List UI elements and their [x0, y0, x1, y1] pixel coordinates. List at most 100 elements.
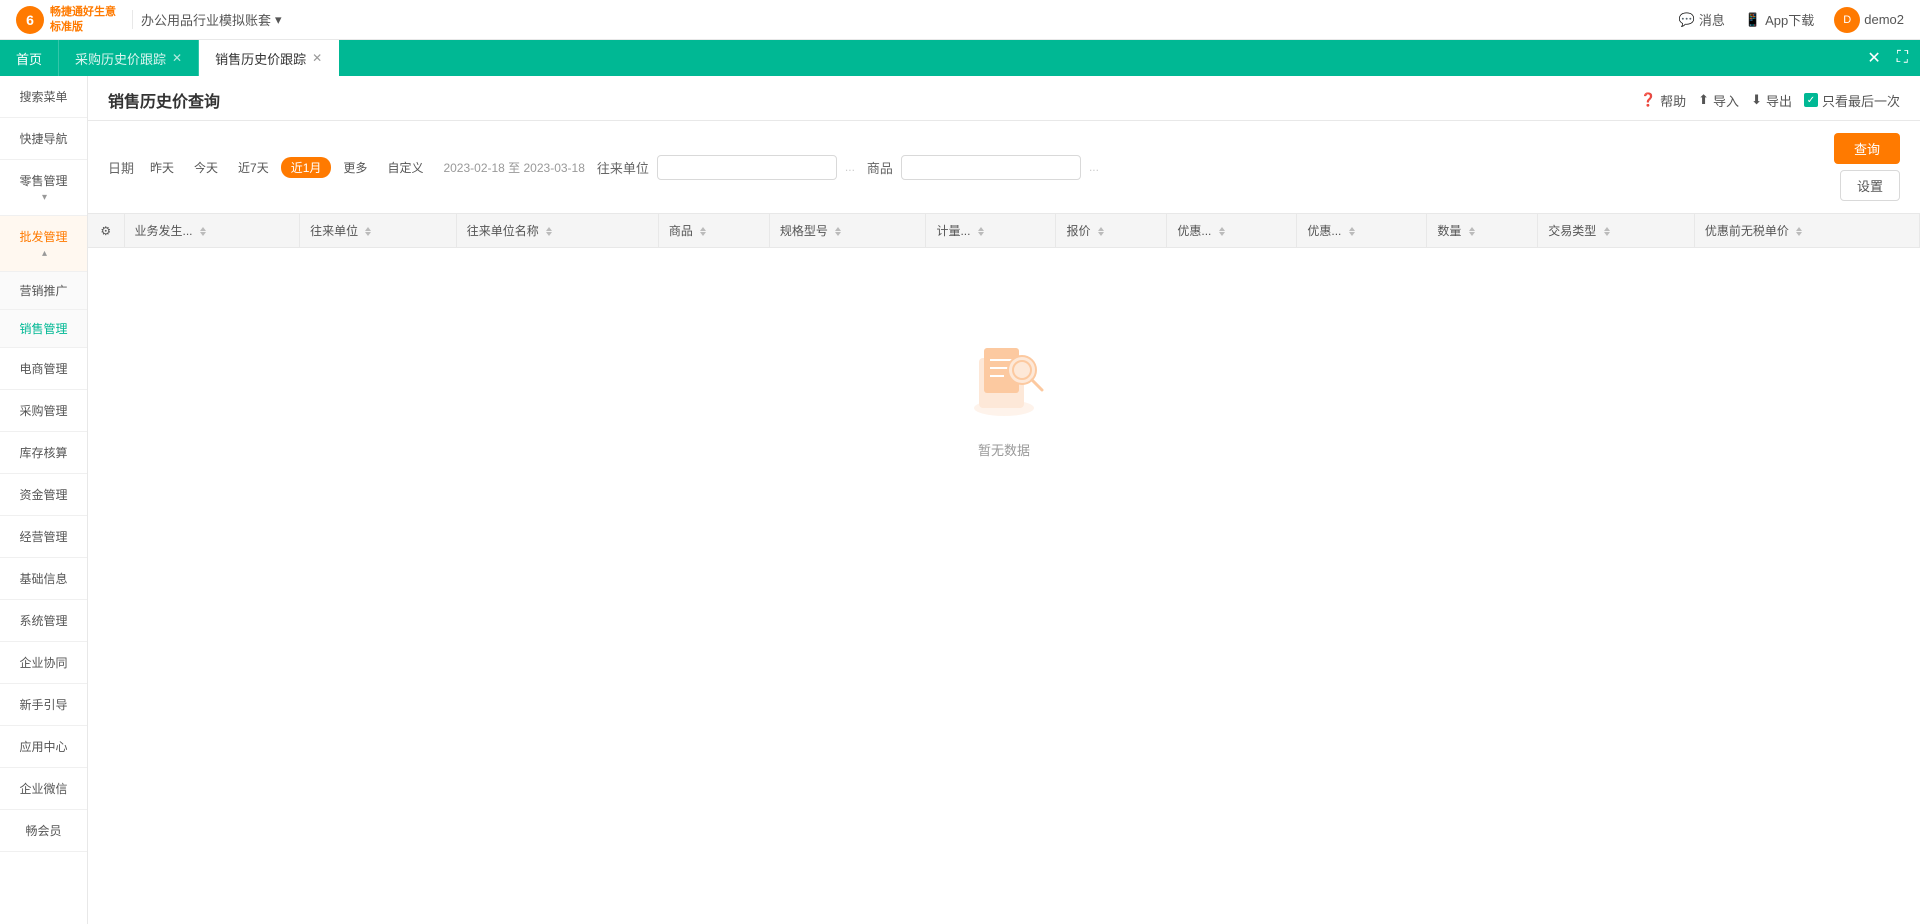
sort-icon-pre-discount — [1796, 227, 1802, 236]
page-title: 销售历史价查询 — [108, 88, 220, 112]
sort-icon-transaction — [1604, 227, 1610, 236]
chevron-up-icon: ▴ — [42, 248, 47, 259]
partner-label: 往来单位 — [597, 158, 649, 177]
col-quoted-price[interactable]: 报价 — [1056, 214, 1167, 248]
date-btn-today[interactable]: 今天 — [186, 157, 226, 178]
product-filter: 商品 ... — [867, 155, 1099, 180]
wholesale-label: 批发管理 — [19, 228, 67, 245]
app-download-btn[interactable]: 📱 App下载 — [1745, 10, 1814, 29]
filter-right: 查询 设置 — [1834, 133, 1900, 201]
sort-icon-discount2 — [1349, 227, 1355, 236]
help-btn[interactable]: ❓ 帮助 — [1640, 91, 1686, 110]
sort-icon-partner-name — [546, 227, 552, 236]
main-layout: 搜索菜单 快捷导航 零售管理 ▾ 批发管理 ▴ 营销推广 销售管理 电商管理 采… — [0, 76, 1920, 924]
chevron-down-icon: ▾ — [42, 192, 47, 203]
col-pre-discount-price[interactable]: 优惠前无税单价 — [1694, 214, 1919, 248]
user-profile[interactable]: D demo2 — [1834, 7, 1904, 33]
query-button[interactable]: 查询 — [1834, 133, 1900, 164]
date-label: 日期 — [108, 158, 134, 177]
export-icon: ⬇ — [1751, 92, 1762, 108]
sort-icon-unit — [978, 227, 984, 236]
sidebar-item-beginner[interactable]: 新手引导 — [0, 684, 87, 726]
sidebar-item-marketing[interactable]: 营销推广 — [0, 272, 87, 310]
retail-label: 零售管理 — [19, 172, 67, 189]
avatar: D — [1834, 7, 1860, 33]
col-unit[interactable]: 计量... — [926, 214, 1056, 248]
sidebar-item-system[interactable]: 系统管理 — [0, 600, 87, 642]
tab-close-purchase[interactable]: ✕ — [172, 52, 182, 64]
chevron-down-icon: ▾ — [275, 12, 282, 28]
date-range-text: 2023-02-18 至 2023-03-18 — [443, 159, 584, 176]
col-spec[interactable]: 规格型号 — [769, 214, 926, 248]
maximize-icon[interactable]: ⛶ — [1893, 45, 1912, 71]
date-btn-more[interactable]: 更多 — [335, 157, 375, 178]
col-discount1[interactable]: 优惠... — [1167, 214, 1297, 248]
import-icon: ⬆ — [1698, 92, 1709, 108]
tab-bar: 首页 采购历史价跟踪 ✕ 销售历史价跟踪 ✕ ✕ ⛶ — [0, 40, 1920, 76]
col-partner-code[interactable]: 往来单位 — [300, 214, 457, 248]
export-btn[interactable]: ⬇ 导出 — [1751, 91, 1792, 110]
filter-row: 日期 昨天 今天 近7天 近1月 更多 自定义 2023-02-18 至 202… — [108, 155, 1099, 180]
date-btn-7days[interactable]: 近7天 — [230, 157, 277, 178]
sidebar-item-finance[interactable]: 资金管理 — [0, 474, 87, 516]
sort-icon-biz-date — [200, 227, 206, 236]
sort-icon-product — [700, 227, 706, 236]
tab-home[interactable]: 首页 — [0, 40, 59, 76]
sidebar-item-sales-mgmt[interactable]: 销售管理 — [0, 310, 87, 348]
date-btn-1month[interactable]: 近1月 — [281, 157, 332, 178]
table-container: ⚙ 业务发生... 往来单位 — [88, 214, 1920, 924]
page-header: 销售历史价查询 ❓ 帮助 ⬆ 导入 ⬇ 导出 ✓ 只看最后一次 — [88, 76, 1920, 121]
product-dots: ... — [1089, 160, 1099, 174]
page-actions: ❓ 帮助 ⬆ 导入 ⬇ 导出 ✓ 只看最后一次 — [1640, 91, 1900, 110]
col-quantity[interactable]: 数量 — [1427, 214, 1538, 248]
product-label: 商品 — [867, 158, 893, 177]
content-area: 销售历史价查询 ❓ 帮助 ⬆ 导入 ⬇ 导出 ✓ 只看最后一次 — [88, 76, 1920, 924]
import-btn[interactable]: ⬆ 导入 — [1698, 91, 1739, 110]
col-biz-date[interactable]: 业务发生... — [124, 214, 300, 248]
sidebar-item-quick-nav[interactable]: 快捷导航 — [0, 118, 87, 160]
product-input[interactable] — [901, 155, 1081, 180]
header-left: 6 畅捷通好生意 标准版 办公用品行业模拟账套 ▾ — [16, 5, 290, 34]
sidebar-item-basic-info[interactable]: 基础信息 — [0, 558, 87, 600]
checkbox-icon: ✓ — [1804, 93, 1818, 107]
sidebar-item-wechat[interactable]: 企业微信 — [0, 768, 87, 810]
sidebar-item-search-menu[interactable]: 搜索菜单 — [0, 76, 87, 118]
header-right: 💬 消息 📱 App下载 D demo2 — [1679, 7, 1904, 33]
quick-nav-label: 快捷导航 — [19, 130, 67, 147]
tab-close-sales[interactable]: ✕ — [312, 52, 322, 64]
sidebar-item-ecommerce[interactable]: 电商管理 — [0, 348, 87, 390]
sort-icon-discount1 — [1219, 227, 1225, 236]
logo-text: 畅捷通好生意 标准版 — [50, 5, 116, 34]
tab-bar-actions: ✕ ⛶ — [1863, 40, 1920, 76]
sidebar-item-enterprise[interactable]: 企业协同 — [0, 642, 87, 684]
sidebar-item-member[interactable]: 畅会员 — [0, 810, 87, 852]
message-btn[interactable]: 💬 消息 — [1679, 10, 1725, 29]
partner-dots: ... — [845, 160, 855, 174]
col-product[interactable]: 商品 — [658, 214, 769, 248]
sidebar-item-operations[interactable]: 经营管理 — [0, 516, 87, 558]
top-header: 6 畅捷通好生意 标准版 办公用品行业模拟账套 ▾ 💬 消息 📱 App下载 D… — [0, 0, 1920, 40]
help-icon: ❓ — [1640, 92, 1656, 108]
close-window-icon[interactable]: ✕ — [1863, 44, 1884, 72]
col-partner-name[interactable]: 往来单位名称 — [456, 214, 658, 248]
date-shortcuts: 昨天 今天 近7天 近1月 更多 自定义 — [142, 157, 431, 178]
partner-input[interactable] — [657, 155, 837, 180]
empty-state: 暂无数据 — [88, 248, 1920, 539]
tab-purchase-history[interactable]: 采购历史价跟踪 ✕ — [59, 40, 199, 76]
sidebar-item-wholesale[interactable]: 批发管理 ▴ — [0, 216, 87, 272]
sidebar-item-app-center[interactable]: 应用中心 — [0, 726, 87, 768]
sidebar-item-retail[interactable]: 零售管理 ▾ — [0, 160, 87, 216]
date-btn-yesterday[interactable]: 昨天 — [142, 157, 182, 178]
sidebar-item-purchase[interactable]: 采购管理 — [0, 390, 87, 432]
app-selector[interactable]: 办公用品行业模拟账套 ▾ — [132, 10, 290, 29]
settings-button[interactable]: 设置 — [1840, 170, 1900, 201]
tab-sales-history[interactable]: 销售历史价跟踪 ✕ — [199, 40, 339, 76]
col-gear[interactable]: ⚙ — [88, 214, 124, 248]
date-btn-custom[interactable]: 自定义 — [379, 157, 431, 178]
col-transaction-type[interactable]: 交易类型 — [1538, 214, 1695, 248]
only-last-checkbox[interactable]: ✓ 只看最后一次 — [1804, 91, 1900, 110]
empty-text: 暂无数据 — [978, 440, 1030, 459]
col-discount2[interactable]: 优惠... — [1297, 214, 1427, 248]
sidebar-item-inventory[interactable]: 库存核算 — [0, 432, 87, 474]
table-header-row: ⚙ 业务发生... 往来单位 — [88, 214, 1920, 248]
